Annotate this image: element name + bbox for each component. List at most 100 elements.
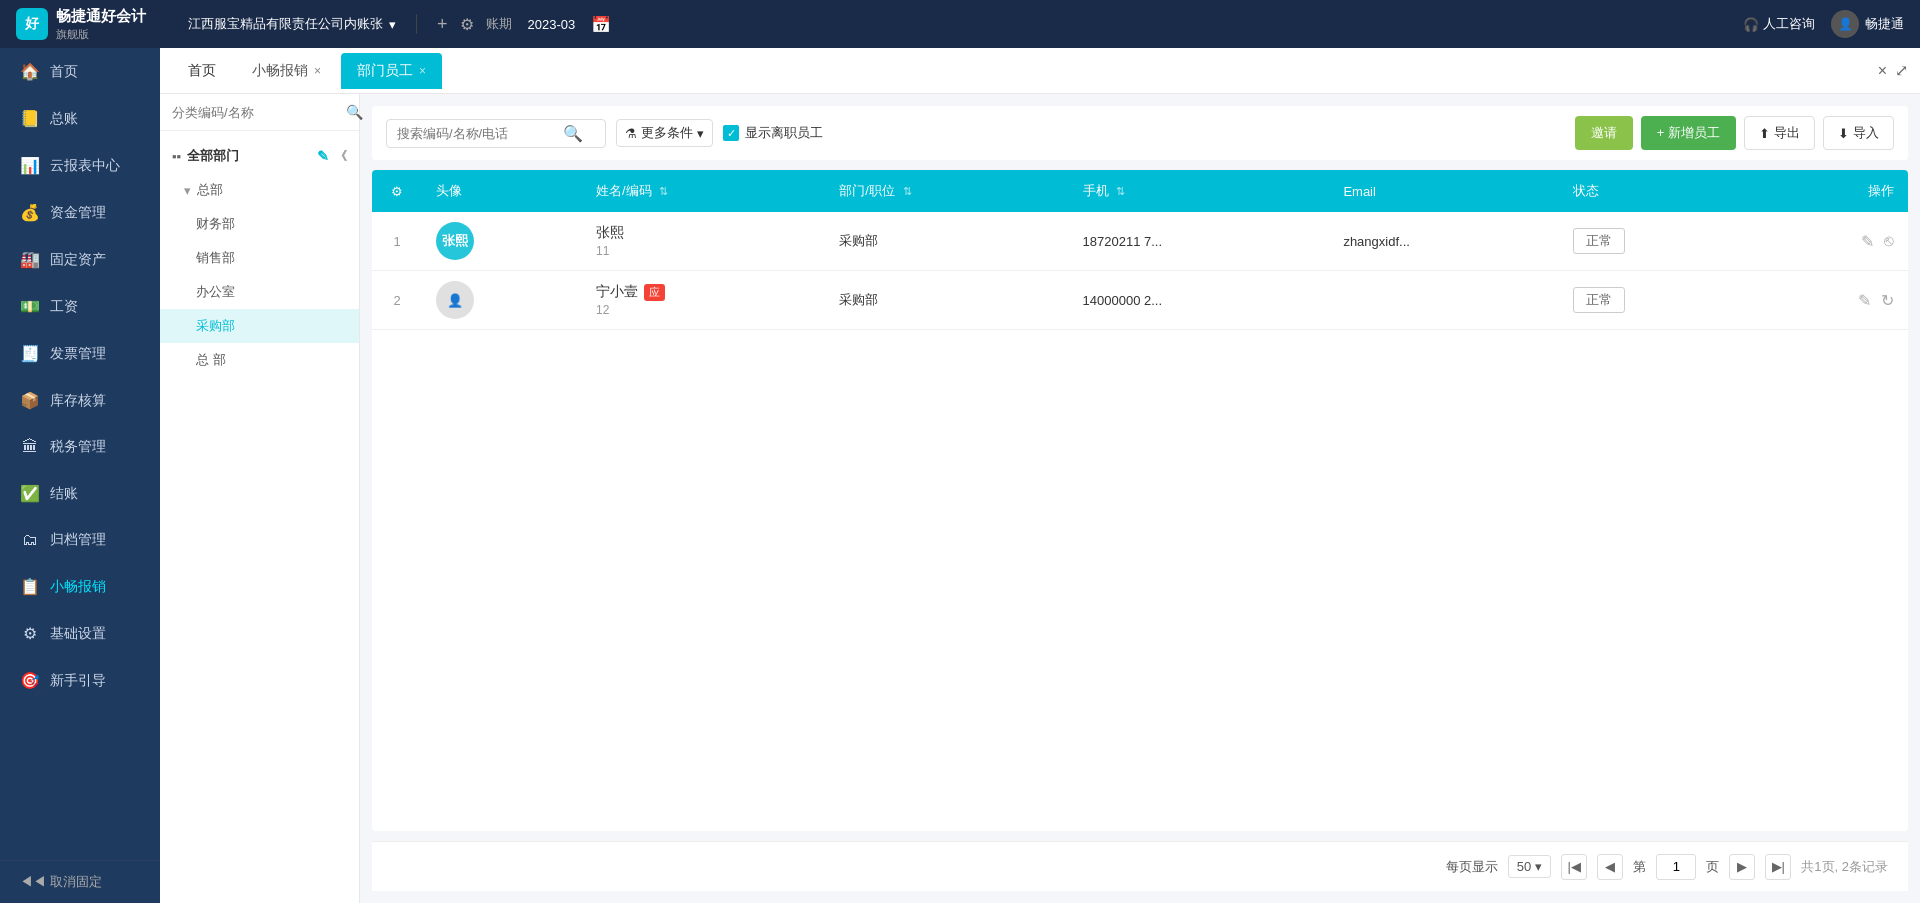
col-gear[interactable]: ⚙ (372, 170, 422, 212)
tab-dept-close[interactable]: × (419, 64, 426, 78)
dept-search: 🔍 (160, 94, 359, 131)
more-filter-label: 更多条件 (641, 124, 693, 142)
actions-cell-2: ✎ ↻ (1753, 271, 1908, 330)
sidebar-item-tax[interactable]: 🏛 税务管理 (0, 424, 160, 470)
table-body: 1 张熙 张熙 11 (372, 212, 1908, 330)
expand-tab-btn[interactable]: ⤢ (1895, 61, 1908, 80)
sidebar-item-settings[interactable]: ⚙ 基础设置 (0, 610, 160, 657)
add-icon[interactable]: + (437, 14, 448, 35)
status-cell-2: 正常 (1559, 271, 1753, 330)
dept-cell-1: 采购部 (825, 212, 1068, 271)
sidebar-item-ledger[interactable]: 📒 总账 (0, 95, 160, 142)
sidebar-item-inventory[interactable]: 📦 库存核算 (0, 377, 160, 424)
table-head: ⚙ 头像 姓名/编码 ⇅ 部门/职位 ⇅ (372, 170, 1908, 212)
dept-collapse-icon[interactable]: 《 (335, 148, 347, 165)
tabs-right: × ⤢ (1878, 61, 1908, 80)
company-selector[interactable]: 江西服宝精品有限责任公司内账张 ▾ (188, 15, 396, 33)
tab-dept[interactable]: 部门员工 × (341, 53, 442, 89)
last-page-btn[interactable]: ▶| (1765, 854, 1791, 880)
search-wrap: 🔍 (386, 119, 606, 148)
col-name[interactable]: 姓名/编码 ⇅ (582, 170, 825, 212)
dept-edit-icon[interactable]: ✎ (317, 148, 329, 164)
col-status: 状态 (1559, 170, 1753, 212)
service-label: 人工咨询 (1763, 15, 1815, 33)
settings-icon[interactable]: ⚙ (460, 15, 474, 34)
sidebar-item-assets[interactable]: 🏭 固定资产 (0, 236, 160, 283)
dept-label: 总部 (197, 181, 223, 199)
phone-cell-1: 18720211 7... (1069, 212, 1330, 271)
sidebar-label-closing: 结账 (50, 485, 78, 503)
dept-search-input[interactable] (172, 105, 340, 120)
dept-node-office[interactable]: 办公室 (160, 275, 359, 309)
sidebar-label-reports: 云报表中心 (50, 157, 120, 175)
avatar-icon: 👤 (1838, 17, 1853, 31)
dept-office-label: 办公室 (196, 283, 235, 301)
prev-page-btn[interactable]: ◀ (1597, 854, 1623, 880)
sidebar: 🏠 首页 📒 总账 📊 云报表中心 💰 资金管理 🏭 固定资产 💵 工资 🧾 发… (0, 48, 160, 903)
sidebar-item-finance[interactable]: 💰 资金管理 (0, 189, 160, 236)
dept-node-finance[interactable]: 财务部 (160, 207, 359, 241)
sidebar-item-home[interactable]: 🏠 首页 (0, 48, 160, 95)
sidebar-label-assets: 固定资产 (50, 251, 106, 269)
tax-icon: 🏛 (20, 438, 40, 456)
dept-node-general-hq[interactable]: 总 部 (160, 343, 359, 377)
edit-icon-1[interactable]: ✎ (1861, 232, 1874, 251)
avatar-icon-2: 👤 (447, 293, 463, 308)
refresh-icon-2[interactable]: ↻ (1881, 291, 1894, 310)
right-panel: 🔍 ⚗ 更多条件 ▾ ✓ 显示离职员工 邀请 (360, 94, 1920, 903)
per-page-select[interactable]: 50 ▾ (1508, 855, 1551, 878)
sidebar-item-archive[interactable]: 🗂 归档管理 (0, 517, 160, 563)
show-resigned-label: 显示离职员工 (745, 124, 823, 142)
page-input[interactable] (1656, 854, 1696, 880)
col-email: Email (1329, 170, 1558, 212)
invite-button[interactable]: 邀请 (1575, 116, 1633, 150)
next-page-btn[interactable]: ▶ (1729, 854, 1755, 880)
sidebar-item-invoice[interactable]: 🧾 发票管理 (0, 330, 160, 377)
sidebar-label-home: 首页 (50, 63, 78, 81)
user-name: 畅捷通 (1865, 15, 1904, 33)
toolbar: 🔍 ⚗ 更多条件 ▾ ✓ 显示离职员工 邀请 (372, 106, 1908, 160)
show-resigned-checkbox[interactable]: ✓ (723, 125, 739, 141)
period-label: 账期 (486, 15, 512, 33)
export-button[interactable]: ⬆ 导出 (1744, 116, 1815, 150)
sidebar-item-guide[interactable]: 🎯 新手引导 (0, 657, 160, 704)
col-phone[interactable]: 手机 ⇅ (1069, 170, 1330, 212)
tab-home[interactable]: 首页 (172, 53, 232, 89)
first-page-btn[interactable]: |◀ (1561, 854, 1587, 880)
sidebar-label-ledger: 总账 (50, 110, 78, 128)
sidebar-item-closing[interactable]: ✅ 结账 (0, 470, 160, 517)
company-name: 江西服宝精品有限责任公司内账张 (188, 15, 383, 33)
logout-icon-1[interactable]: ⎋ (1884, 232, 1894, 251)
more-filter-button[interactable]: ⚗ 更多条件 ▾ (616, 119, 713, 147)
unpin-button[interactable]: ◀◀ 取消固定 (0, 860, 160, 903)
employee-table: ⚙ 头像 姓名/编码 ⇅ 部门/职位 ⇅ (372, 170, 1908, 330)
finance-icon: 💰 (20, 203, 40, 222)
search-input[interactable] (397, 126, 557, 141)
dept-node-sales[interactable]: 销售部 (160, 241, 359, 275)
sidebar-item-salary[interactable]: 💵 工资 (0, 283, 160, 330)
dept-all-item[interactable]: ▪▪ 全部部门 ✎ 《 (160, 139, 359, 173)
sidebar-item-expense[interactable]: 📋 小畅报销 (0, 563, 160, 610)
col-dept[interactable]: 部门/职位 ⇅ (825, 170, 1068, 212)
sidebar-item-reports[interactable]: 📊 云报表中心 (0, 142, 160, 189)
user-info[interactable]: 👤 畅捷通 (1831, 10, 1904, 38)
row-num-2: 2 (372, 271, 422, 330)
add-employee-button[interactable]: + 新增员工 (1641, 116, 1736, 150)
calendar-icon[interactable]: 📅 (591, 15, 611, 34)
dept-node-purchase[interactable]: 采购部 (160, 309, 359, 343)
close-tab-btn[interactable]: × (1878, 62, 1887, 80)
salary-icon: 💵 (20, 297, 40, 316)
import-button[interactable]: ⬇ 导入 (1823, 116, 1894, 150)
tab-expense[interactable]: 小畅报销 × (236, 53, 337, 89)
inventory-icon: 📦 (20, 391, 40, 410)
logo-area: 好 畅捷通好会计 旗舰版 (16, 7, 166, 42)
edit-icon-2[interactable]: ✎ (1858, 291, 1871, 310)
chevron-down-icon: ▾ (697, 126, 704, 141)
tab-expense-close[interactable]: × (314, 64, 321, 78)
content-area: 首页 小畅报销 × 部门员工 × × ⤢ 🔍 (160, 48, 1920, 903)
search-icon[interactable]: 🔍 (563, 124, 583, 143)
avatar-text-1: 张熙 (442, 232, 468, 250)
avatar-2: 👤 (436, 281, 474, 319)
service-button[interactable]: 🎧 人工咨询 (1743, 15, 1815, 33)
dept-node-headquarters[interactable]: ▾ 总部 (160, 173, 359, 207)
